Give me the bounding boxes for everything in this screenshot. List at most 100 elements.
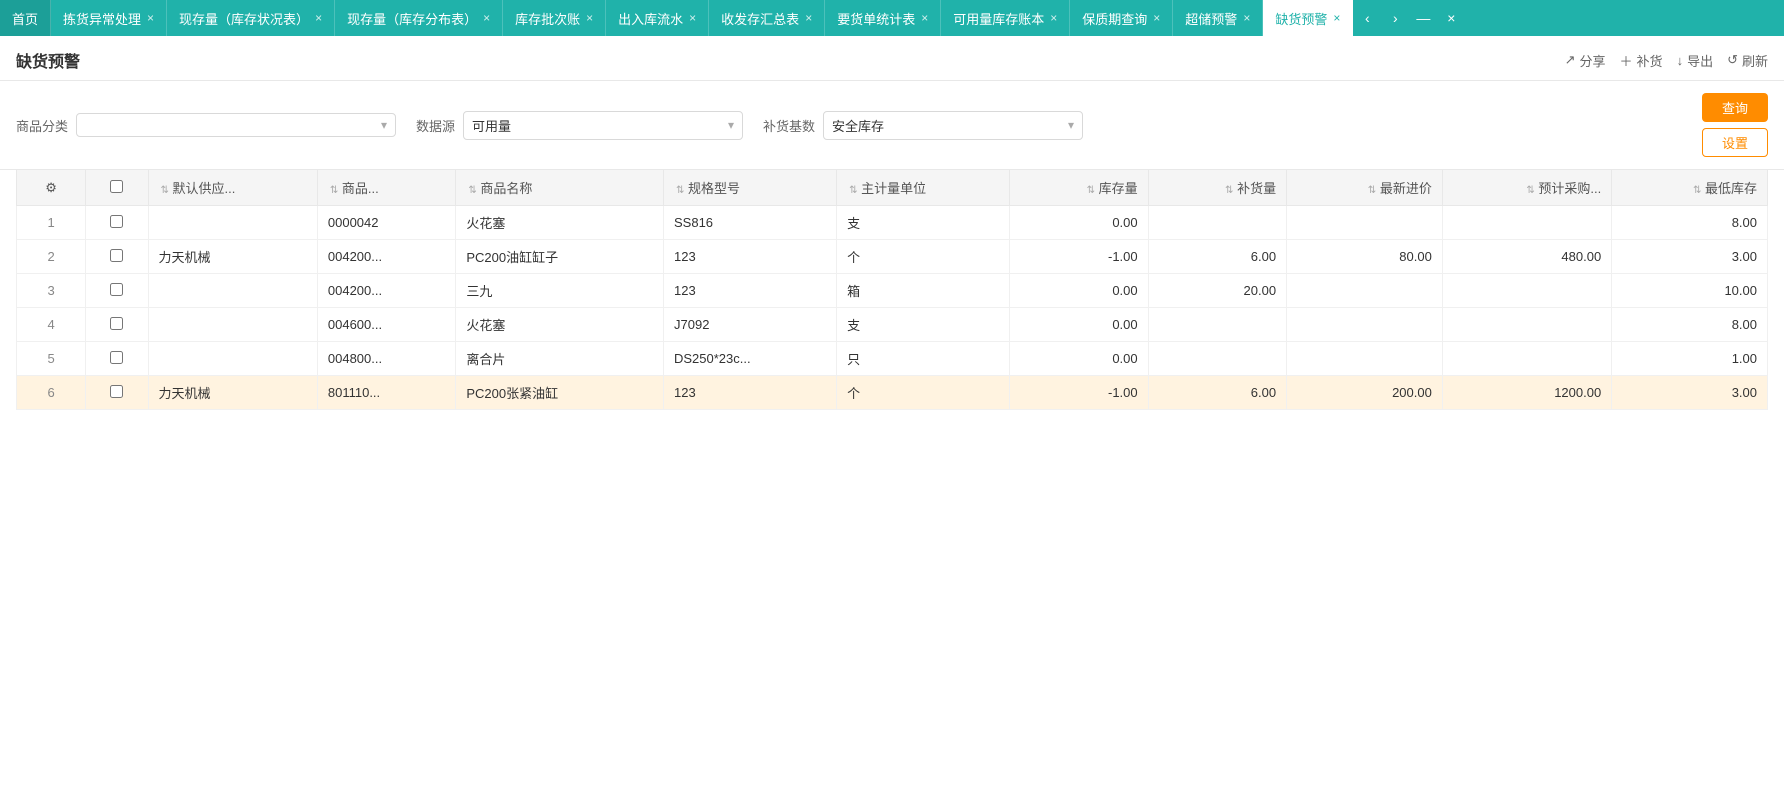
window-close[interactable]: ×: [1437, 0, 1465, 36]
sort-goods-code-icon: ⇅: [330, 185, 338, 196]
tab-available-ledger-close[interactable]: ×: [1050, 11, 1057, 25]
cell-unit-0: 支: [837, 206, 1010, 240]
tab-order-stats-close[interactable]: ×: [921, 11, 928, 25]
cell-checkbox-1[interactable]: [86, 240, 148, 274]
cell-goods-code-4: 004800...: [317, 342, 455, 376]
window-minimize[interactable]: —: [1409, 0, 1437, 36]
tab-batch-account-close[interactable]: ×: [586, 11, 593, 25]
tab-overstock[interactable]: 超储预警 ×: [1173, 0, 1263, 36]
tab-expiry-query[interactable]: 保质期查询 ×: [1070, 0, 1173, 36]
row-checkbox-1[interactable]: [110, 249, 123, 262]
sort-unit-icon: ⇅: [849, 185, 857, 196]
tab-in-out-flow[interactable]: 出入库流水 ×: [606, 0, 709, 36]
tab-nav-prev[interactable]: ‹: [1353, 0, 1381, 36]
cell-unit-4: 只: [837, 342, 1010, 376]
row-checkbox-5[interactable]: [110, 385, 123, 398]
cell-unit-1: 个: [837, 240, 1010, 274]
cell-checkbox-2[interactable]: [86, 274, 148, 308]
category-select[interactable]: ▾: [76, 113, 396, 137]
select-all-checkbox[interactable]: [110, 180, 123, 193]
tab-nav-next[interactable]: ›: [1381, 0, 1409, 36]
datasource-select[interactable]: 可用量 ▾: [463, 111, 743, 140]
cell-goods-name-0: 火花塞: [456, 206, 664, 240]
header-unit[interactable]: ⇅ 主计量单位: [837, 170, 1010, 206]
table-row: 3 004200... 三九 123 箱 0.00 20.00 10.00: [17, 274, 1768, 308]
cell-stock-2: 0.00: [1010, 274, 1148, 308]
cell-checkbox-5[interactable]: [86, 376, 148, 410]
cell-checkbox-0[interactable]: [86, 206, 148, 240]
cell-unit-3: 支: [837, 308, 1010, 342]
header-latest-price[interactable]: ⇅ 最新进价: [1287, 170, 1443, 206]
tab-in-out-flow-close[interactable]: ×: [689, 11, 696, 25]
header-est-purchase[interactable]: ⇅ 预计采购...: [1442, 170, 1611, 206]
header-spec[interactable]: ⇅ 规格型号: [664, 170, 837, 206]
cell-index-1: 2: [17, 240, 86, 274]
cell-checkbox-3[interactable]: [86, 308, 148, 342]
cell-replenish-5: 6.00: [1148, 376, 1286, 410]
cell-est-purchase-0: [1442, 206, 1611, 240]
header-min-stock[interactable]: ⇅ 最低库存: [1612, 170, 1768, 206]
header-select-all[interactable]: [86, 170, 148, 206]
table-row: 2 力天机械 004200... PC200油缸缸子 123 个 -1.00 6…: [17, 240, 1768, 274]
category-filter-group: 商品分类 ▾: [16, 113, 396, 137]
row-checkbox-0[interactable]: [110, 215, 123, 228]
header-goods-code[interactable]: ⇅ 商品...: [317, 170, 455, 206]
header-goods-name[interactable]: ⇅ 商品名称: [456, 170, 664, 206]
header-replenish[interactable]: ⇅ 补货量: [1148, 170, 1286, 206]
row-checkbox-2[interactable]: [110, 283, 123, 296]
cell-unit-2: 箱: [837, 274, 1010, 308]
replenish-button[interactable]: ＋ 补货: [1620, 51, 1663, 70]
replenish-icon: ＋: [1620, 51, 1633, 70]
tab-available-ledger[interactable]: 可用量库存账本 ×: [941, 0, 1070, 36]
replenish-base-select[interactable]: 安全库存 ▾: [823, 111, 1083, 140]
datasource-filter-group: 数据源 可用量 ▾: [416, 111, 743, 140]
gear-icon[interactable]: ⚙: [45, 180, 57, 195]
tab-stock-dist-close[interactable]: ×: [483, 11, 490, 25]
cell-spec-5: 123: [664, 376, 837, 410]
query-button[interactable]: 查询: [1702, 93, 1768, 122]
tab-shortage-close[interactable]: ×: [1333, 11, 1340, 25]
tab-home[interactable]: 首页: [0, 0, 51, 36]
tab-collect-summary-close[interactable]: ×: [805, 11, 812, 25]
tab-collect-summary[interactable]: 收发存汇总表 ×: [709, 0, 825, 36]
cell-goods-name-3: 火花塞: [456, 308, 664, 342]
cell-replenish-3: [1148, 308, 1286, 342]
tab-exception-close[interactable]: ×: [147, 11, 154, 25]
tab-expiry-query-close[interactable]: ×: [1153, 11, 1160, 25]
sort-replenish-icon: ⇅: [1225, 185, 1233, 196]
header-gear[interactable]: ⚙: [17, 170, 86, 206]
cell-est-purchase-2: [1442, 274, 1611, 308]
export-button[interactable]: ↓ 导出: [1677, 51, 1714, 70]
row-checkbox-3[interactable]: [110, 317, 123, 330]
replenish-base-filter-label: 补货基数: [763, 116, 815, 135]
replenish-base-chevron-icon: ▾: [1068, 118, 1074, 132]
cell-goods-code-1: 004200...: [317, 240, 455, 274]
cell-supplier-3: [148, 308, 317, 342]
cell-checkbox-4[interactable]: [86, 342, 148, 376]
cell-min-stock-1: 3.00: [1612, 240, 1768, 274]
cell-index-0: 1: [17, 206, 86, 240]
tab-overstock-close[interactable]: ×: [1243, 11, 1250, 25]
refresh-button[interactable]: ↺ 刷新: [1727, 51, 1768, 70]
cell-min-stock-4: 1.00: [1612, 342, 1768, 376]
header-supplier[interactable]: ⇅ 默认供应...: [148, 170, 317, 206]
share-button[interactable]: ↗ 分享: [1565, 51, 1606, 70]
sort-stock-icon: ⇅: [1087, 185, 1095, 196]
export-icon: ↓: [1677, 53, 1684, 68]
cell-min-stock-3: 8.00: [1612, 308, 1768, 342]
tab-shortage[interactable]: 缺货预警 ×: [1263, 0, 1353, 36]
table-row: 4 004600... 火花塞 J7092 支 0.00 8.00: [17, 308, 1768, 342]
tab-exception[interactable]: 拣货异常处理 ×: [51, 0, 167, 36]
cell-latest-price-2: [1287, 274, 1443, 308]
cell-goods-code-2: 004200...: [317, 274, 455, 308]
tab-order-stats[interactable]: 要货单统计表 ×: [825, 0, 941, 36]
cell-latest-price-4: [1287, 342, 1443, 376]
header-stock[interactable]: ⇅ 库存量: [1010, 170, 1148, 206]
tab-stock-status-close[interactable]: ×: [315, 11, 322, 25]
settings-button[interactable]: 设置: [1702, 128, 1768, 157]
table-body: 1 0000042 火花塞 SS816 支 0.00 8.00 2 力天机械 0…: [17, 206, 1768, 410]
tab-stock-dist[interactable]: 现存量（库存分布表） ×: [335, 0, 503, 36]
tab-batch-account[interactable]: 库存批次账 ×: [503, 0, 606, 36]
row-checkbox-4[interactable]: [110, 351, 123, 364]
tab-stock-status[interactable]: 现存量（库存状况表） ×: [167, 0, 335, 36]
